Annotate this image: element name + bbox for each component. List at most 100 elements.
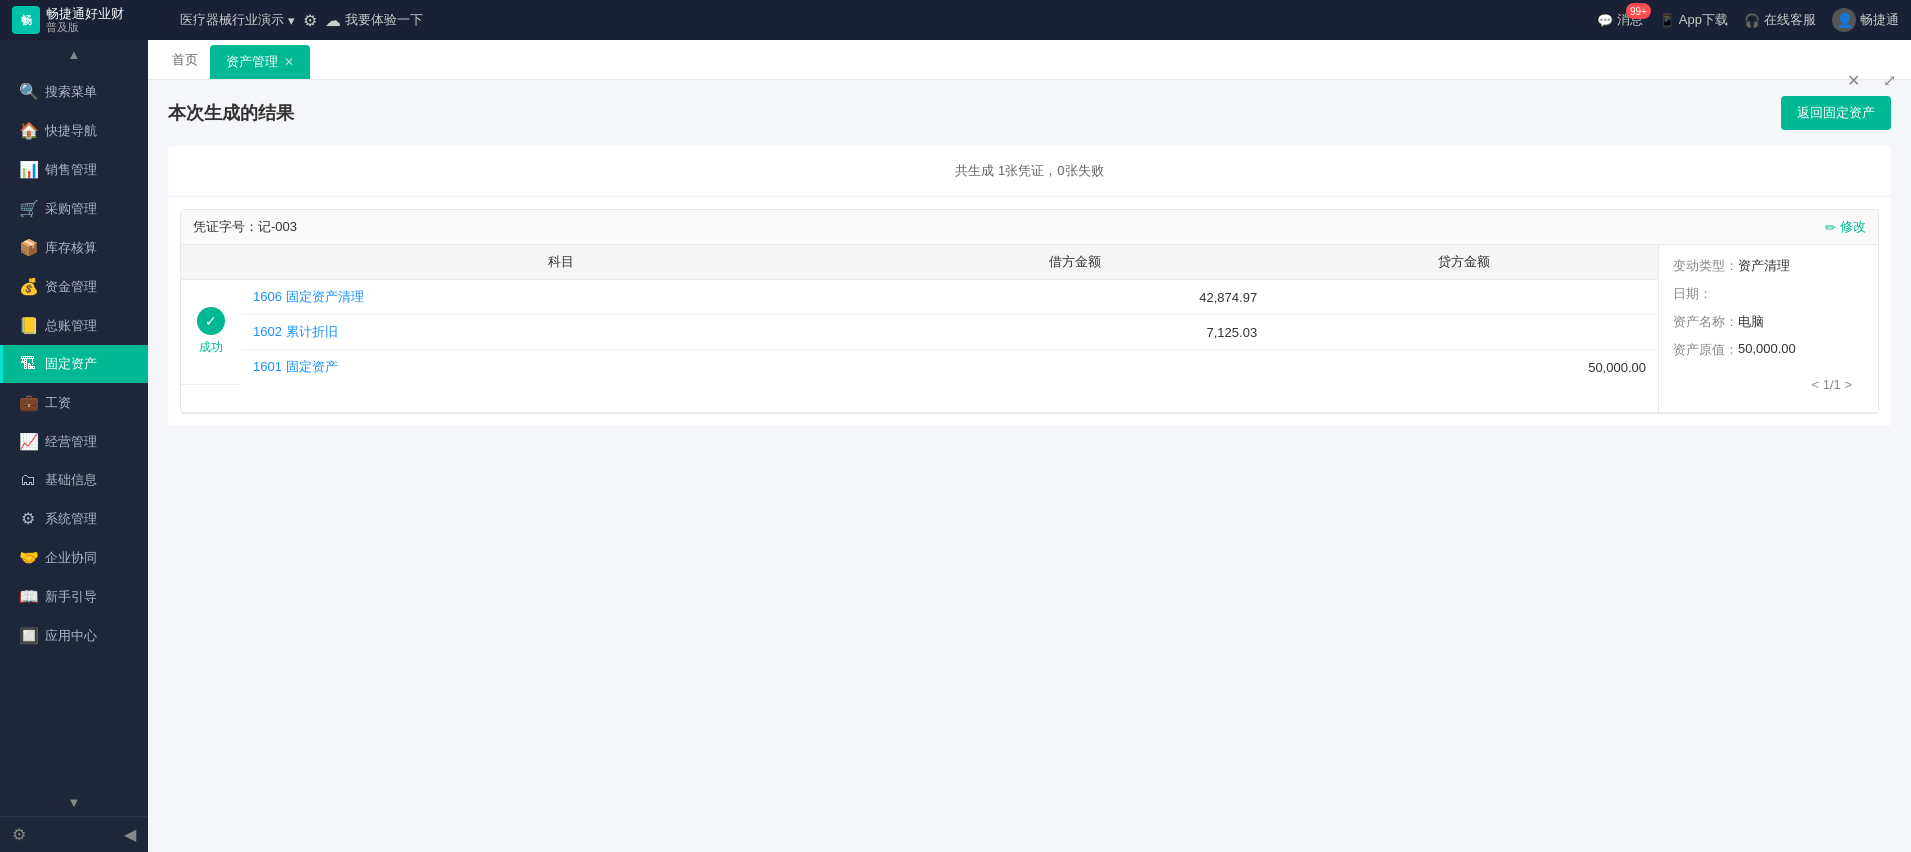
tab-asset-mgmt[interactable]: 资产管理 ✕	[210, 45, 310, 79]
change-type-label: 变动类型：	[1673, 257, 1738, 275]
page-header: 本次生成的结果 返回固定资产	[168, 96, 1891, 130]
voucher-pagination[interactable]: < 1/1 >	[1673, 369, 1864, 400]
voucher-body: 科目 借方金额 贷方金额 ✓	[181, 245, 1878, 413]
asset-value-label: 资产原值：	[1673, 341, 1738, 359]
close-panel-icon[interactable]: ✕	[1839, 66, 1867, 94]
sidebar-item-purchase[interactable]: 🛒 采购管理	[0, 189, 148, 228]
message-icon: 💬	[1597, 13, 1613, 28]
cloud-icon: ☁	[325, 11, 341, 30]
sidebar-item-system[interactable]: ⚙ 系统管理	[0, 499, 148, 538]
logo-text: 畅捷通好业财 普及版	[46, 6, 124, 35]
sidebar-collapse-icon[interactable]: ◀	[124, 825, 136, 844]
credit-cell-2	[1269, 315, 1658, 350]
topbar-right: 💬 消息 99+ 📱 App下载 🎧 在线客服 👤 畅捷通	[1597, 8, 1899, 32]
modal-actions: ✕ ⤢	[1839, 66, 1903, 94]
topbar-settings-icon[interactable]: ⚙	[303, 11, 317, 30]
subject-cell-3[interactable]: 1601 固定资产	[241, 350, 880, 385]
sidebar-item-sales[interactable]: 📊 销售管理	[0, 150, 148, 189]
sidebar-item-apps[interactable]: 🔲 应用中心	[0, 616, 148, 655]
debit-cell-3	[880, 350, 1269, 385]
workspace-selector[interactable]: 医疗器械行业演示 ▾	[180, 11, 295, 29]
message-button[interactable]: 💬 消息 99+	[1597, 11, 1643, 29]
experience-button[interactable]: ☁ 我要体验一下	[325, 11, 423, 30]
main-area: 首页 资产管理 ✕ 本次生成的结果 返回固定资产 共生成 1张凭证，0张失败	[148, 40, 1911, 852]
sidebar-scroll-down[interactable]: ▼	[0, 788, 148, 816]
guide-icon: 📖	[19, 587, 37, 606]
enterprise-icon: 🤝	[19, 548, 37, 567]
tab-home[interactable]: 首页	[160, 43, 210, 79]
sidebar-settings-icon[interactable]: ⚙	[12, 825, 26, 844]
sidebar-item-salary[interactable]: 💼 工资	[0, 383, 148, 422]
sidebar-item-operations[interactable]: 📈 经营管理	[0, 422, 148, 461]
credit-cell-1	[1269, 280, 1658, 315]
sidebar-bottom: ⚙ ◀	[0, 816, 148, 852]
page-title: 本次生成的结果	[168, 101, 294, 125]
topbar-center: 医疗器械行业演示 ▾ ⚙ ☁ 我要体验一下	[160, 11, 1597, 30]
ledger-icon: 📒	[19, 316, 37, 335]
debit-cell-2: 7,125.03	[880, 315, 1269, 350]
col-credit-header: 贷方金额	[1269, 245, 1658, 280]
back-button[interactable]: 返回固定资产	[1781, 96, 1891, 130]
date-label: 日期：	[1673, 285, 1733, 303]
layout: ▲ 🔍 搜索菜单 🏠 快捷导航 📊 销售管理 🛒 采购管理 📦 库存核算	[0, 40, 1911, 852]
result-panel: 共生成 1张凭证，0张失败 凭证字号：记-003 ✏ 修改	[168, 146, 1891, 426]
table-row: 1601 固定资产 50,000.00	[181, 350, 1658, 385]
change-type-row: 变动类型： 资产清理	[1673, 257, 1864, 275]
asset-value-row: 资产原值： 50,000.00	[1673, 341, 1864, 359]
tab-close-icon[interactable]: ✕	[284, 55, 294, 69]
asset-name-value: 电脑	[1738, 313, 1764, 331]
finance-icon: 💰	[19, 277, 37, 296]
date-row: 日期：	[1673, 285, 1864, 303]
apps-icon: 🔲	[19, 626, 37, 645]
table-row: ✓ 成功 1606 固定资产清理 42,874.97	[181, 280, 1658, 315]
asset-name-label: 资产名称：	[1673, 313, 1738, 331]
topbar: 畅 畅捷通好业财 普及版 医疗器械行业演示 ▾ ⚙ ☁ 我要体验一下 💬 消息 …	[0, 0, 1911, 40]
download-icon: 📱	[1659, 13, 1675, 28]
subject-cell-1[interactable]: 1606 固定资产清理	[241, 280, 880, 315]
col-debit-header: 借方金额	[880, 245, 1269, 280]
sidebar-nav: 🔍 搜索菜单 🏠 快捷导航 📊 销售管理 🛒 采购管理 📦 库存核算 💰	[0, 68, 148, 788]
service-icon: 🎧	[1744, 13, 1760, 28]
system-icon: ⚙	[19, 509, 37, 528]
sidebar-item-guide[interactable]: 📖 新手引导	[0, 577, 148, 616]
col-status-header	[181, 245, 241, 280]
asset-name-row: 资产名称： 电脑	[1673, 313, 1864, 331]
sidebar-item-fixed-assets[interactable]: 🏗 固定资产	[0, 345, 148, 383]
change-type-value: 资产清理	[1738, 257, 1790, 275]
credit-cell-3: 50,000.00	[1269, 350, 1658, 385]
asset-value-value: 50,000.00	[1738, 341, 1796, 359]
message-badge: 99+	[1626, 3, 1651, 19]
fixed-assets-icon: 🏗	[19, 355, 37, 373]
col-subject-header: 科目	[241, 245, 880, 280]
result-summary: 共生成 1张凭证，0张失败	[168, 146, 1891, 197]
sidebar-item-search[interactable]: 🔍 搜索菜单	[0, 72, 148, 111]
voucher-header: 凭证字号：记-003 ✏ 修改	[181, 210, 1878, 245]
success-icon: ✓ 成功	[193, 307, 229, 356]
table-row: 1602 累计折旧 7,125.03	[181, 315, 1658, 350]
sidebar-item-finance[interactable]: 💰 资金管理	[0, 267, 148, 306]
inventory-icon: 📦	[19, 238, 37, 257]
sidebar-item-quick-nav[interactable]: 🏠 快捷导航	[0, 111, 148, 150]
sidebar-item-basics[interactable]: 🗂 基础信息	[0, 461, 148, 499]
home-icon: 🏠	[19, 121, 37, 140]
tabbar: 首页 资产管理 ✕	[148, 40, 1911, 80]
app-download-button[interactable]: 📱 App下载	[1659, 11, 1728, 29]
subject-cell-2[interactable]: 1602 累计折旧	[241, 315, 880, 350]
voucher-table-area: 科目 借方金额 贷方金额 ✓	[181, 245, 1658, 412]
sidebar-item-inventory[interactable]: 📦 库存核算	[0, 228, 148, 267]
sidebar-scroll-up[interactable]: ▲	[0, 40, 148, 68]
sidebar-item-enterprise[interactable]: 🤝 企业协同	[0, 538, 148, 577]
voucher-edit-button[interactable]: ✏ 修改	[1825, 218, 1866, 236]
search-icon: 🔍	[19, 82, 37, 101]
sales-icon: 📊	[19, 160, 37, 179]
voucher-right-panel: 变动类型： 资产清理 日期： 资产名称： 电脑	[1658, 245, 1878, 412]
expand-panel-icon[interactable]: ⤢	[1875, 66, 1903, 94]
logo-icon: 畅	[12, 6, 40, 34]
user-avatar[interactable]: 👤 畅捷通	[1832, 8, 1899, 32]
purchase-icon: 🛒	[19, 199, 37, 218]
voucher-table: 科目 借方金额 贷方金额 ✓	[181, 245, 1658, 385]
online-service-button[interactable]: 🎧 在线客服	[1744, 11, 1816, 29]
page-content: 本次生成的结果 返回固定资产 共生成 1张凭证，0张失败 凭证字号：记-003 …	[148, 80, 1911, 852]
voucher-section: 凭证字号：记-003 ✏ 修改	[180, 209, 1879, 414]
sidebar-item-ledger[interactable]: 📒 总账管理	[0, 306, 148, 345]
